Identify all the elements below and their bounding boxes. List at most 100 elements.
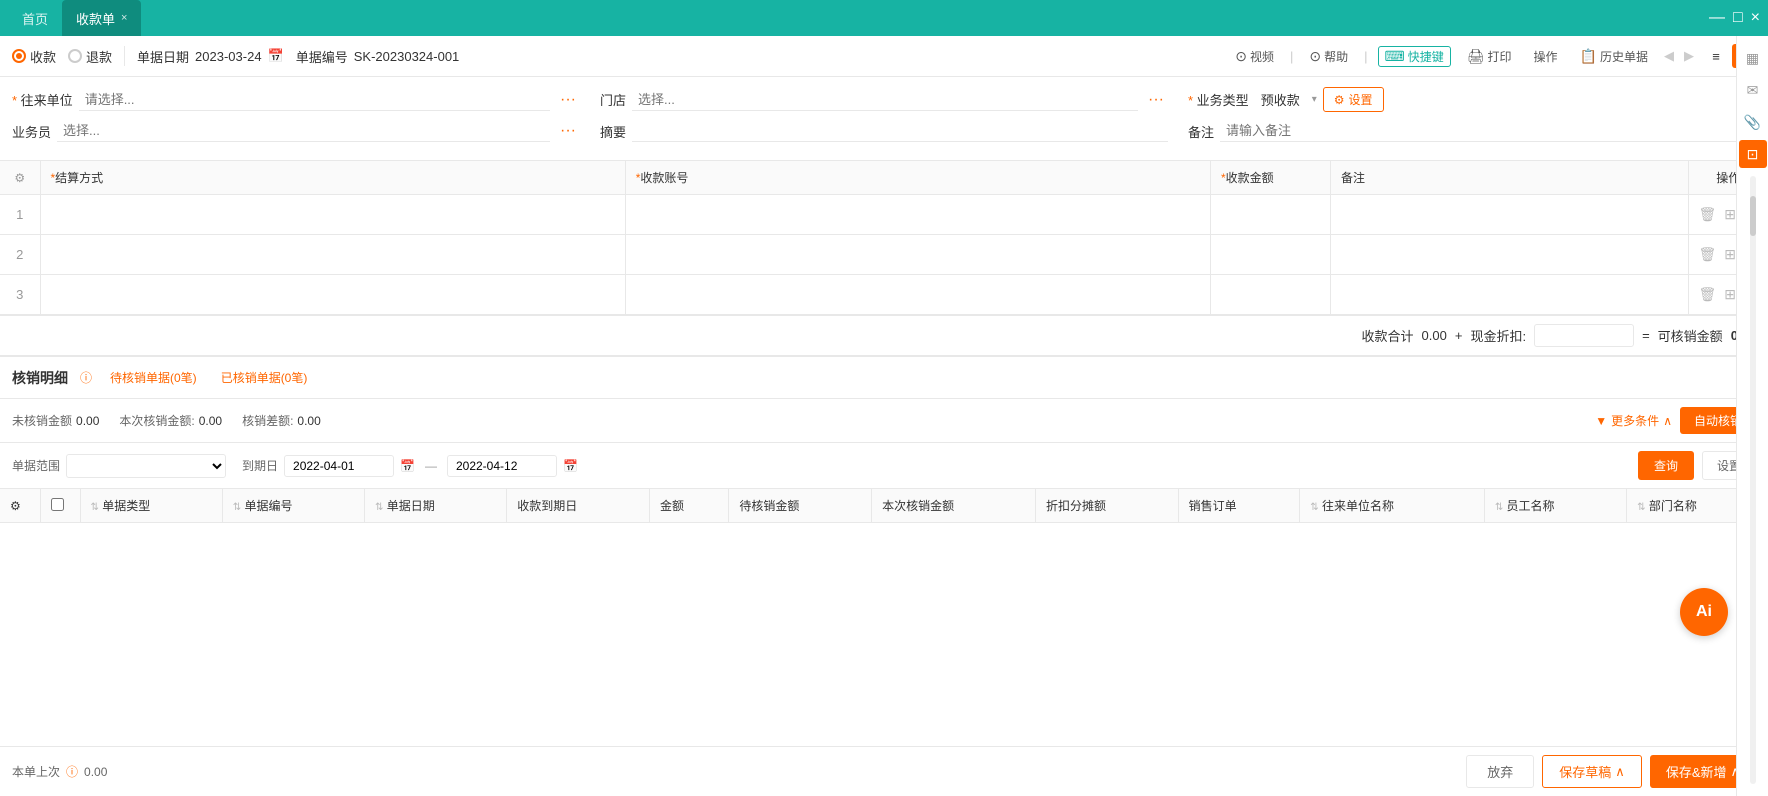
cell-amount-2[interactable] — [1210, 235, 1330, 275]
video-label: 视频 — [1250, 48, 1274, 65]
table-row: 1 🗑 ⊞ — [0, 195, 1768, 235]
summary-input[interactable] — [632, 120, 1168, 142]
cell-account-1[interactable] — [625, 195, 1210, 235]
video-btn[interactable]: ⊙ 视频 — [1229, 46, 1280, 67]
cell-settlement-3[interactable] — [40, 275, 625, 315]
cell-amount-3[interactable] — [1210, 275, 1330, 315]
staff-input[interactable] — [57, 120, 550, 142]
table-settings-th[interactable]: ⚙ — [0, 161, 40, 195]
history-btn[interactable]: 📋 历史单据 — [1574, 46, 1654, 67]
verify-info-icon[interactable]: ⓘ — [80, 369, 92, 386]
cell-note-1[interactable] — [1330, 195, 1688, 235]
copy-icon-3[interactable]: ⊞ — [1724, 286, 1736, 303]
verify-title: 核销明细 — [12, 368, 68, 388]
sidebar-email-icon[interactable]: ✉ — [1739, 76, 1767, 104]
delete-icon-3[interactable]: 🗑 — [1699, 286, 1717, 303]
th-bill-date: ⇅ 单据日期 — [365, 489, 507, 523]
copy-icon-2[interactable]: ⊞ — [1724, 246, 1736, 263]
help-btn[interactable]: ⊙ 帮助 — [1303, 46, 1354, 67]
pending-tab[interactable]: 待核销单据(0笔) — [104, 367, 203, 388]
close-button[interactable]: × — [1751, 9, 1760, 27]
plus-symbol: + — [1455, 328, 1463, 343]
cell-settlement-1[interactable] — [40, 195, 625, 235]
radio-receipt[interactable]: 收款 — [12, 47, 56, 66]
tab-receipt-close[interactable]: × — [121, 12, 127, 24]
th-note: 备注 — [1330, 161, 1688, 195]
cell-account-3[interactable] — [625, 275, 1210, 315]
tab-home[interactable]: 首页 — [8, 0, 62, 36]
bill-num-value: SK-20230324-001 — [354, 49, 460, 64]
info-icon[interactable]: ⓘ — [66, 763, 78, 780]
date-separator: — — [421, 459, 441, 473]
cell-account-2[interactable] — [625, 235, 1210, 275]
cell-amount-1[interactable] — [1210, 195, 1330, 235]
minimize-button[interactable]: — — [1709, 9, 1725, 27]
receipt-table: ⚙ *结算方式 *收款账号 *收款金额 备注 操作 — [0, 161, 1768, 315]
row-num-1: 1 — [0, 195, 40, 235]
cell-note-3[interactable] — [1330, 275, 1688, 315]
draft-btn-label: 保存草稿 — [1559, 762, 1611, 781]
maximize-button[interactable]: □ — [1733, 9, 1743, 27]
sidebar-attachment-icon[interactable]: 📎 — [1739, 108, 1767, 136]
sidebar-capture-icon[interactable]: ⊡ — [1739, 140, 1767, 168]
discard-btn[interactable]: 放弃 — [1466, 755, 1534, 788]
radio-refund[interactable]: 退款 — [68, 47, 112, 66]
settings-btn[interactable]: ⚙ 设置 — [1323, 87, 1384, 112]
sidebar-table-icon[interactable]: ▦ — [1739, 44, 1767, 72]
biz-type-field: 业务类型 预收款 ▾ ⚙ 设置 — [1188, 87, 1756, 112]
operation-btn[interactable]: 操作 — [1528, 46, 1564, 67]
biz-type-dropdown[interactable]: ▾ — [1312, 94, 1317, 105]
delete-icon-2[interactable]: 🗑 — [1699, 246, 1717, 263]
select-all-checkbox[interactable] — [51, 498, 64, 511]
radio-refund-label: 退款 — [86, 47, 112, 66]
bill-date-label: 单据日期 — [137, 47, 189, 66]
verify-actions: ▼ 更多条件 ∧ 自动核销 — [1595, 407, 1756, 434]
bill-range-field: 单据范围 — [12, 454, 226, 478]
cell-note-2[interactable] — [1330, 235, 1688, 275]
th-account: *收款账号 — [625, 161, 1210, 195]
calendar-from-icon[interactable]: 📅 — [400, 459, 415, 473]
biz-type-value: 预收款 — [1255, 87, 1306, 112]
form-area: 往来单位 ··· 门店 ··· 业务类型 预收款 ▾ ⚙ 设置 业务员 — [0, 77, 1768, 161]
verify-table-area: ⚙ ⇅ 单据类型 ⇅ 单据编号 ⇅ 单据日期 收款到期日 金额 — [0, 489, 1768, 746]
tab-home-label: 首页 — [22, 9, 48, 28]
shortcut-btn[interactable]: ⌨ 快捷键 — [1378, 46, 1451, 67]
th-gear[interactable]: ⚙ — [0, 489, 40, 523]
list-view-btn[interactable]: ≡ — [1704, 44, 1728, 68]
th-counterpart: ⇅ 往来单位名称 — [1300, 489, 1485, 523]
due-date-from-input[interactable] — [284, 455, 394, 477]
unchecked-label: 未核销金额 — [12, 412, 72, 429]
th-settlement: *结算方式 — [40, 161, 625, 195]
more-conditions-btn[interactable]: ▼ 更多条件 ∧ — [1595, 412, 1672, 429]
shop-more-btn[interactable]: ··· — [1144, 91, 1168, 109]
cell-settlement-2[interactable] — [40, 235, 625, 275]
bottom-actions: 放弃 保存草稿 ∧ 保存&新增 ∧ — [1466, 755, 1756, 788]
print-btn[interactable]: 🖨 打印 — [1461, 46, 1518, 67]
discount-input[interactable] — [1534, 324, 1634, 347]
due-date-field: 到期日 📅 — 📅 — [242, 455, 578, 477]
gear-icon: ⚙ — [14, 171, 25, 185]
delete-icon-1[interactable]: 🗑 — [1699, 206, 1717, 223]
shop-input[interactable] — [632, 89, 1138, 111]
done-tab[interactable]: 已核销单据(0笔) — [215, 367, 314, 388]
query-btn[interactable]: 查询 — [1638, 451, 1694, 480]
right-sidebar: ▦ ✉ 📎 ⊡ — [1736, 36, 1768, 796]
counterpart-more-btn[interactable]: ··· — [556, 91, 580, 109]
counterpart-input[interactable] — [79, 89, 550, 111]
calendar-to-icon[interactable]: 📅 — [563, 459, 578, 473]
tab-receipt[interactable]: 收款单 × — [62, 0, 141, 36]
note-input[interactable] — [1220, 120, 1756, 142]
due-date-to-input[interactable] — [447, 455, 557, 477]
th-checkbox[interactable] — [40, 489, 80, 523]
bill-range-select[interactable] — [66, 454, 226, 478]
calendar-icon[interactable]: 📅 — [268, 48, 284, 64]
staff-field: 业务员 ··· — [12, 120, 580, 142]
ai-badge[interactable]: Ai — [1680, 588, 1728, 636]
verify-header: 核销明细 ⓘ 待核销单据(0笔) 已核销单据(0笔) — [0, 357, 1768, 399]
filter-icon: ▼ — [1595, 414, 1607, 428]
operation-label: 操作 — [1534, 48, 1558, 65]
copy-icon-1[interactable]: ⊞ — [1724, 206, 1736, 223]
draft-btn[interactable]: 保存草稿 ∧ — [1542, 755, 1642, 788]
print-label: 打印 — [1488, 48, 1512, 65]
staff-more-btn[interactable]: ··· — [556, 122, 580, 140]
